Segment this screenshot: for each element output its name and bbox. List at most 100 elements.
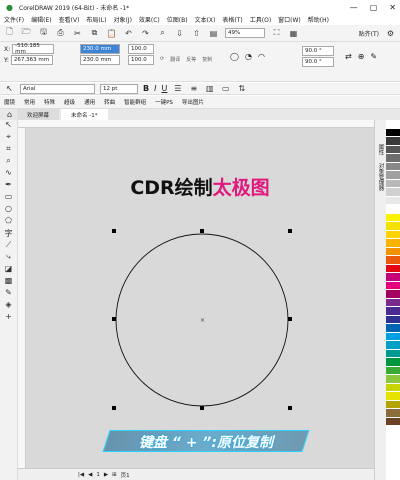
export-icon[interactable]: ⇧ — [191, 28, 202, 39]
start-angle-field[interactable]: 90.0 ° — [302, 46, 334, 56]
palette-swatch[interactable] — [386, 273, 400, 282]
next-page-icon[interactable]: ▶ — [104, 472, 108, 478]
cut-icon[interactable]: ✂ — [72, 28, 83, 39]
menu-help[interactable]: 帮助(H) — [308, 15, 329, 24]
outline-icon[interactable]: ✎ — [370, 52, 377, 61]
ellipse-shape-icon[interactable]: ◯ — [230, 52, 239, 61]
italic-button[interactable]: I — [154, 84, 156, 93]
palette-swatch[interactable] — [386, 213, 400, 222]
duplicate-button[interactable]: 复制 — [202, 56, 212, 63]
palette-swatch[interactable] — [386, 332, 400, 341]
docker-tab-properties[interactable]: 属性 — [377, 144, 385, 155]
new-document-icon[interactable]: 🗋 — [4, 27, 15, 39]
palette-swatch[interactable] — [386, 358, 400, 367]
pie-shape-icon[interactable]: ◔ — [245, 52, 252, 61]
close-icon[interactable]: ✕ — [389, 3, 396, 12]
palette-swatch[interactable] — [386, 341, 400, 350]
drop-shadow-tool-icon[interactable]: ◪ — [0, 264, 17, 276]
polygon-tool-icon[interactable]: ⬠ — [0, 216, 17, 228]
columns-icon[interactable]: ▥ — [204, 83, 215, 94]
palette-swatch[interactable] — [386, 366, 400, 375]
menu-view[interactable]: 查看(V) — [59, 15, 80, 24]
menu-bitmap[interactable]: 位图(B) — [167, 15, 188, 24]
tab-welcome[interactable]: 欢迎屏幕 — [17, 109, 60, 120]
plugin-common[interactable]: 常用 — [24, 98, 35, 106]
plugin-mirror[interactable]: 魔镜 — [4, 98, 15, 106]
plugin-convert-curves[interactable]: 转曲 — [104, 98, 115, 106]
rotate-icon[interactable]: ⟳ — [160, 56, 164, 63]
grid-icon[interactable]: ▦ — [288, 28, 299, 39]
paste-icon[interactable]: 📋 — [106, 28, 117, 39]
plugin-super[interactable]: 超级 — [64, 98, 75, 106]
palette-swatch[interactable] — [386, 324, 400, 333]
flip-horizontal-button[interactable]: 翻译 — [170, 56, 180, 63]
pdf-icon[interactable]: ▤ — [208, 28, 219, 39]
end-angle-field[interactable]: 90.0 ° — [302, 57, 334, 67]
shape-tool-icon[interactable]: ⌖ — [0, 132, 17, 144]
selection-handle[interactable] — [288, 229, 292, 233]
connector-tool-icon[interactable]: ⤷ — [0, 252, 17, 264]
menu-tools[interactable]: 工具(O) — [250, 15, 271, 24]
parallel-dimension-tool-icon[interactable]: ⟋ — [0, 240, 17, 252]
zoom-tool-icon[interactable]: ⌕ — [0, 156, 17, 168]
selection-handle[interactable] — [112, 229, 116, 233]
add-icon[interactable]: ⊕ — [358, 52, 365, 61]
palette-swatch[interactable] — [386, 400, 400, 409]
horizontal-ruler[interactable] — [18, 120, 374, 128]
eyedropper-tool-icon[interactable]: ✎ — [0, 288, 17, 300]
transparency-tool-icon[interactable]: ▩ — [0, 276, 17, 288]
direction-icon[interactable]: ⇄ — [345, 52, 352, 61]
freehand-tool-icon[interactable]: ∿ — [0, 168, 17, 180]
import-icon[interactable]: ⇩ — [174, 28, 185, 39]
selection-handle[interactable] — [288, 317, 292, 321]
menu-file[interactable]: 文件(F) — [4, 15, 24, 24]
plugin-export-image[interactable]: 导出图片 — [182, 98, 204, 106]
selected-circle[interactable]: × — [26, 128, 374, 468]
palette-swatch[interactable] — [386, 281, 400, 290]
ellipse-tool-icon[interactable]: ○ — [0, 204, 17, 216]
underline-button[interactable]: U — [161, 84, 167, 93]
page-tab[interactable]: 页1 — [121, 471, 130, 479]
palette-swatch[interactable] — [386, 256, 400, 265]
y-position-field[interactable]: 267.363 mm — [10, 55, 53, 65]
redo-icon[interactable]: ↷ — [140, 28, 151, 39]
palette-swatch[interactable] — [386, 230, 400, 239]
save-icon[interactable]: 🖫 — [38, 27, 49, 39]
search-icon[interactable]: ⌕ — [157, 28, 168, 39]
add-tool-icon[interactable]: + — [0, 312, 17, 324]
palette-swatch[interactable] — [386, 307, 400, 316]
prev-page-icon[interactable]: ◀ — [88, 472, 92, 478]
selection-handle[interactable] — [200, 229, 204, 233]
menu-effects[interactable]: 效果(C) — [139, 15, 160, 24]
text-orientation-icon[interactable]: ⇅ — [236, 83, 247, 94]
text-frame-icon[interactable]: ▭ — [220, 83, 231, 94]
pointer-icon[interactable]: ↖ — [4, 83, 15, 94]
palette-swatch[interactable] — [386, 145, 400, 154]
tab-document[interactable]: 未命名 -1* — [61, 109, 108, 120]
settings-icon[interactable]: ⚙ — [385, 28, 396, 39]
arc-shape-icon[interactable]: ◠ — [258, 52, 265, 61]
palette-swatch[interactable] — [386, 188, 400, 197]
drawing-canvas[interactable]: CDR绘制太极图 × 键盘 “ + ”:原位复制 — [26, 128, 374, 468]
menu-object[interactable]: 对象(J) — [113, 15, 131, 24]
open-folder-icon[interactable]: 🗁 — [21, 27, 32, 39]
menu-table[interactable]: 表格(T) — [222, 15, 242, 24]
palette-swatch[interactable] — [386, 154, 400, 163]
palette-swatch[interactable] — [386, 298, 400, 307]
palette-swatch[interactable] — [386, 315, 400, 324]
scale-field[interactable]: 100.0 — [128, 44, 154, 54]
palette-swatch[interactable] — [386, 409, 400, 418]
palette-swatch[interactable] — [386, 179, 400, 188]
scale-field-2[interactable]: 100.0 — [128, 55, 154, 65]
text-tool-icon[interactable]: 字 — [0, 228, 17, 240]
palette-swatch[interactable] — [386, 349, 400, 358]
plugin-special[interactable]: 特殊 — [44, 98, 55, 106]
palette-swatch[interactable] — [386, 137, 400, 146]
palette-swatch[interactable] — [386, 290, 400, 299]
vertical-ruler[interactable] — [18, 128, 26, 468]
palette-swatch[interactable] — [386, 383, 400, 392]
crop-tool-icon[interactable]: ⌗ — [0, 144, 17, 156]
selection-handle[interactable] — [112, 317, 116, 321]
palette-swatch[interactable] — [386, 264, 400, 273]
palette-swatch[interactable] — [386, 162, 400, 171]
